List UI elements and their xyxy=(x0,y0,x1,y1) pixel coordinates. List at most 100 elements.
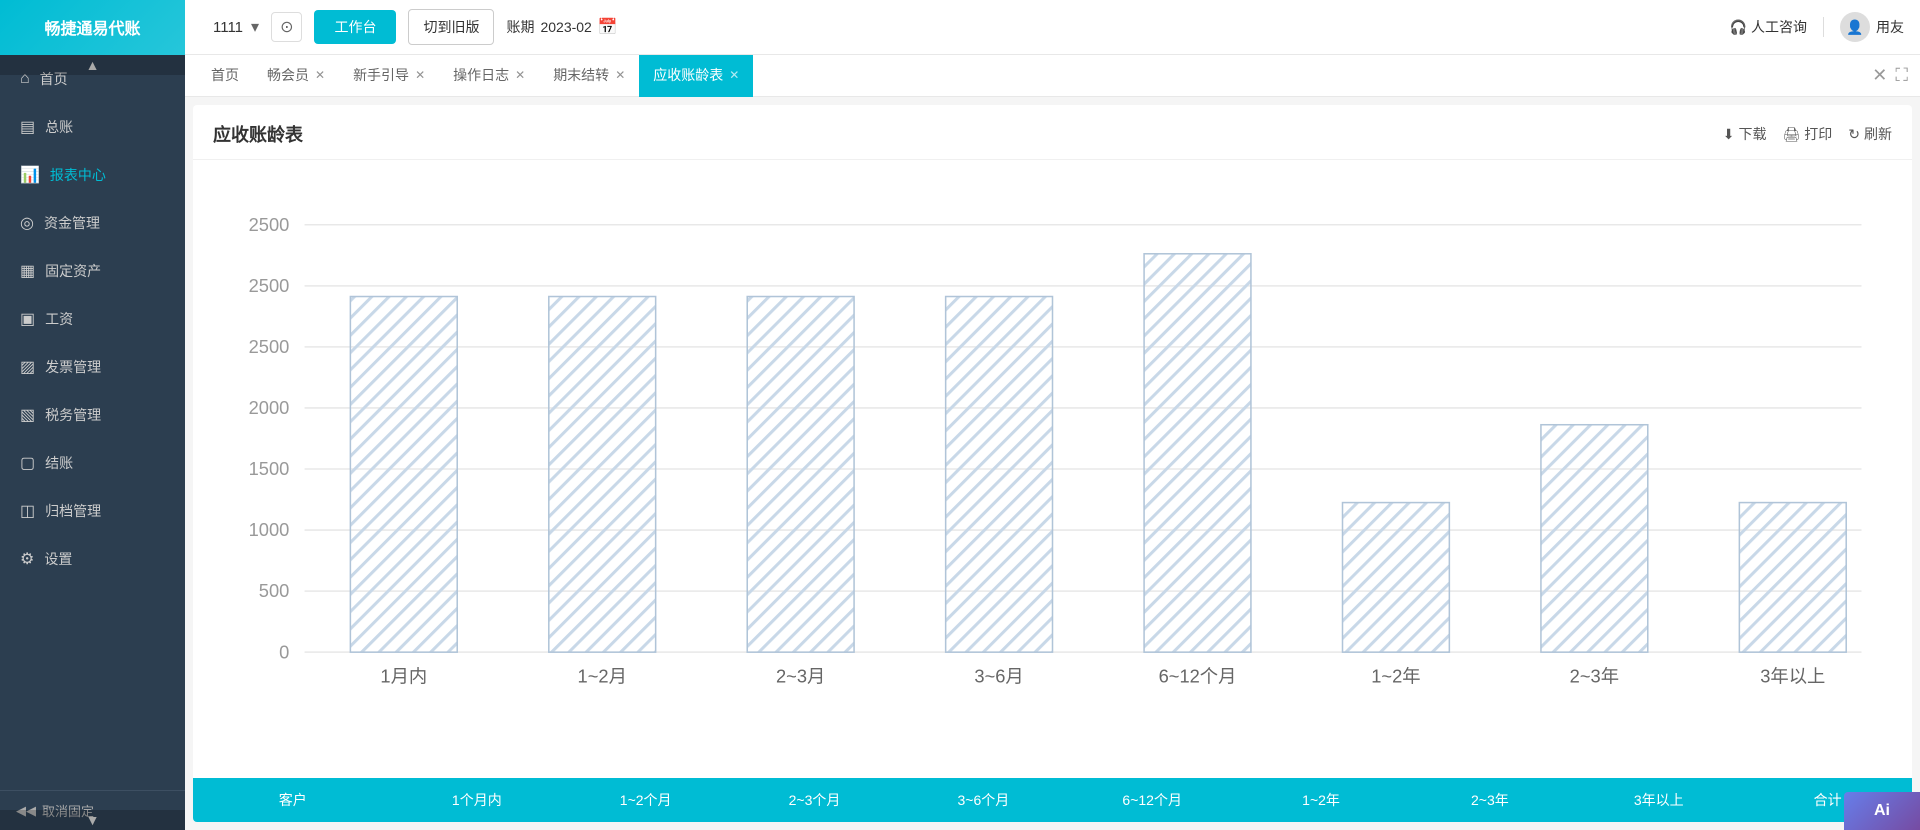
sidebar-scroll-down[interactable]: ▼ xyxy=(0,810,185,830)
archive-icon: ◫ xyxy=(20,501,35,521)
expand-button[interactable]: ⛶ xyxy=(1895,65,1908,86)
sidebar-label-ledger: 总账 xyxy=(45,117,73,137)
bar-chart-svg: 2500 2500 2500 2000 1500 1000 500 0 xyxy=(213,170,1892,768)
tab-guide-close[interactable]: ✕ xyxy=(415,68,425,82)
print-button[interactable]: 🖨 打印 xyxy=(1782,124,1832,144)
sidebar-scroll-up[interactable]: ▲ xyxy=(0,55,185,75)
svg-text:2000: 2000 xyxy=(249,397,290,418)
switch-version-button[interactable]: 切到旧版 xyxy=(408,9,494,45)
close-all-tabs-button[interactable]: ✕ xyxy=(1872,65,1887,86)
tab-closing[interactable]: 期末结转 ✕ xyxy=(539,55,639,97)
svg-text:1000: 1000 xyxy=(249,519,290,540)
copy-button[interactable]: ⊙ xyxy=(271,12,302,42)
download-icon: ⬇ xyxy=(1723,126,1735,143)
sidebar-item-salary[interactable]: ▣ 工资 xyxy=(0,295,185,343)
avatar: 👤 xyxy=(1840,12,1870,42)
svg-text:2500: 2500 xyxy=(249,275,290,296)
ai-button[interactable]: Ai xyxy=(1844,792,1920,830)
sidebar-item-tax[interactable]: ▧ 税务管理 xyxy=(0,391,185,439)
refresh-label: 刷新 xyxy=(1864,124,1892,144)
tab-oplog-close[interactable]: ✕ xyxy=(515,68,525,82)
workbench-button[interactable]: 工作台 xyxy=(314,10,396,44)
sidebar-item-settings[interactable]: ⚙ 设置 xyxy=(0,535,185,583)
main-layout: ▲ ⌂ 首页 ▤ 总账 📊 报表中心 ◎ 资金管理 ▦ 固定资产 ▣ 工资 ▨ … xyxy=(0,55,1920,830)
download-label: 下载 xyxy=(1738,124,1766,144)
tab-home[interactable]: 首页 xyxy=(197,55,253,97)
th-6-12month: 6~12个月 xyxy=(1068,790,1237,810)
sidebar-item-checkout[interactable]: ▢ 结账 xyxy=(0,439,185,487)
calendar-icon[interactable]: 📅 xyxy=(598,17,618,37)
sidebar-item-funds[interactable]: ◎ 资金管理 xyxy=(0,199,185,247)
th-2-3year: 2~3年 xyxy=(1405,790,1574,810)
company-name: 1111 xyxy=(213,19,243,36)
reports-icon: 📊 xyxy=(20,165,40,185)
user-area[interactable]: 👤 用友 xyxy=(1840,12,1904,42)
sidebar-item-assets[interactable]: ▦ 固定资产 xyxy=(0,247,185,295)
funds-icon: ◎ xyxy=(20,213,34,233)
company-selector: 1111 ▾ xyxy=(213,17,259,37)
tab-guide[interactable]: 新手引导 ✕ xyxy=(339,55,439,97)
table-header-bar: 客户 1个月内 1~2个月 2~3个月 3~6个月 6~12个月 1~2年 2~… xyxy=(193,778,1912,822)
page-actions: ⬇ 下载 🖨 打印 ↻ 刷新 xyxy=(1723,124,1892,144)
sidebar-label-tax: 税务管理 xyxy=(45,405,101,425)
svg-text:2~3年: 2~3年 xyxy=(1570,666,1619,687)
svg-text:3~6月: 3~6月 xyxy=(974,666,1023,687)
ledger-icon: ▤ xyxy=(20,117,35,137)
th-3-6month: 3~6个月 xyxy=(899,790,1068,810)
consult-label: 人工咨询 xyxy=(1751,17,1807,37)
period-area: 账期 2023-02 📅 xyxy=(506,17,617,37)
tab-aging-label: 应收账龄表 xyxy=(653,65,723,85)
th-1-2year: 1~2年 xyxy=(1237,790,1406,810)
tab-guide-label: 新手引导 xyxy=(353,65,409,85)
assets-icon: ▦ xyxy=(20,261,35,281)
refresh-icon: ↻ xyxy=(1848,126,1860,143)
svg-text:1~2年: 1~2年 xyxy=(1371,666,1420,687)
refresh-button[interactable]: ↻ 刷新 xyxy=(1848,124,1892,144)
sidebar-item-archive[interactable]: ◫ 归档管理 xyxy=(0,487,185,535)
page-header: 应收账龄表 ⬇ 下载 🖨 打印 ↻ 刷新 xyxy=(193,105,1912,160)
tab-home-label: 首页 xyxy=(211,65,239,85)
tab-member[interactable]: 畅会员 ✕ xyxy=(253,55,339,97)
tab-aging-close[interactable]: ✕ xyxy=(729,68,739,82)
tab-closing-label: 期末结转 xyxy=(553,65,609,85)
checkout-icon: ▢ xyxy=(20,453,35,473)
consult-button[interactable]: 🎧 人工咨询 xyxy=(1730,17,1807,37)
avatar-icon: 👤 xyxy=(1846,19,1863,36)
settings-icon: ⚙ xyxy=(20,549,34,569)
sidebar: ▲ ⌂ 首页 ▤ 总账 📊 报表中心 ◎ 资金管理 ▦ 固定资产 ▣ 工资 ▨ … xyxy=(0,55,185,830)
header-divider xyxy=(1823,17,1824,37)
svg-text:2500: 2500 xyxy=(249,336,290,357)
tabs-right-actions: ✕ ⛶ xyxy=(1872,65,1908,86)
sidebar-item-ledger[interactable]: ▤ 总账 xyxy=(0,103,185,151)
user-name: 用友 xyxy=(1876,17,1904,37)
sidebar-item-invoice[interactable]: ▨ 发票管理 xyxy=(0,343,185,391)
invoice-icon: ▨ xyxy=(20,357,35,377)
download-button[interactable]: ⬇ 下载 xyxy=(1723,124,1767,144)
content-area: 首页 畅会员 ✕ 新手引导 ✕ 操作日志 ✕ 期末结转 ✕ 应收账龄表 ✕ xyxy=(185,55,1920,830)
company-dropdown-button[interactable]: ▾ xyxy=(251,17,259,37)
print-label: 打印 xyxy=(1804,124,1832,144)
salary-icon: ▣ xyxy=(20,309,35,329)
page-title: 应收账龄表 xyxy=(213,121,303,147)
top-header: 畅捷通易代账 1111 ▾ ⊙ 工作台 切到旧版 账期 2023-02 📅 🎧 … xyxy=(0,0,1920,55)
th-1-2month: 1~2个月 xyxy=(561,790,730,810)
svg-text:500: 500 xyxy=(259,580,290,601)
svg-text:0: 0 xyxy=(279,641,289,662)
tab-member-close[interactable]: ✕ xyxy=(315,68,325,82)
tab-oplog-label: 操作日志 xyxy=(453,65,509,85)
tax-icon: ▧ xyxy=(20,405,35,425)
chart-area: 2500 2500 2500 2000 1500 1000 500 0 xyxy=(193,160,1912,778)
th-2-3month: 2~3个月 xyxy=(730,790,899,810)
sidebar-label-settings: 设置 xyxy=(44,549,72,569)
sidebar-item-reports[interactable]: 📊 报表中心 xyxy=(0,151,185,199)
sidebar-label-funds: 资金管理 xyxy=(44,213,100,233)
header-right: 🎧 人工咨询 👤 用友 xyxy=(1730,12,1904,42)
tab-aging[interactable]: 应收账龄表 ✕ xyxy=(639,55,753,97)
tab-oplog[interactable]: 操作日志 ✕ xyxy=(439,55,539,97)
tab-closing-close[interactable]: ✕ xyxy=(615,68,625,82)
logo-area: 畅捷通易代账 xyxy=(0,0,185,55)
svg-text:6~12个月: 6~12个月 xyxy=(1159,666,1237,687)
th-3year-plus: 3年以上 xyxy=(1574,790,1743,810)
headset-icon: 🎧 xyxy=(1730,19,1747,36)
svg-text:2500: 2500 xyxy=(249,214,290,235)
